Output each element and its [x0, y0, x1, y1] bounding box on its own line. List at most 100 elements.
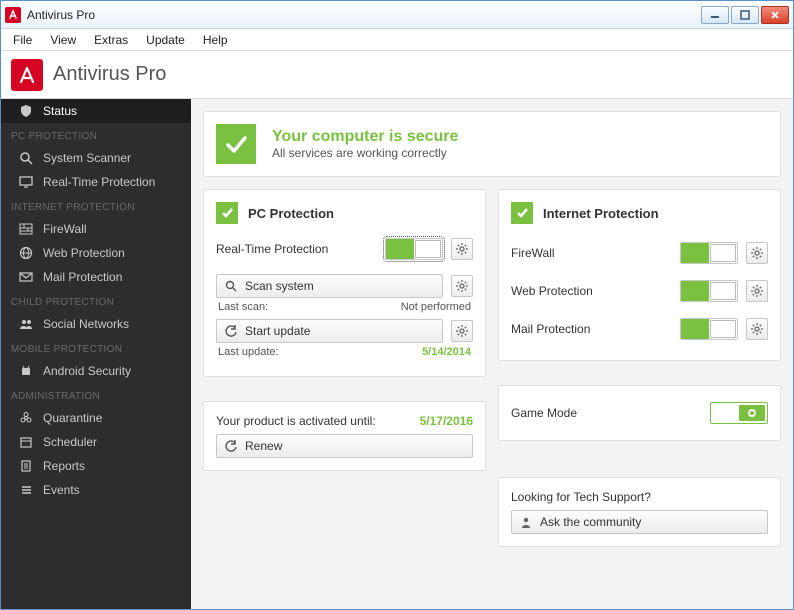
sidebar-item-label: Real-Time Protection — [43, 175, 155, 189]
sidebar-item-quarantine[interactable]: Quarantine — [1, 406, 191, 430]
sidebar-item-label: Android Security — [43, 364, 131, 378]
sidebar-item-label: Scheduler — [43, 435, 97, 449]
sidebar-item-real-time-protection[interactable]: Real-Time Protection — [1, 170, 191, 194]
firewall-label: FireWall — [511, 246, 672, 260]
gamemode-row: Game Mode — [511, 398, 768, 428]
menu-help[interactable]: Help — [195, 31, 236, 49]
update-settings[interactable] — [451, 320, 473, 342]
status-title: Your computer is secure — [272, 128, 458, 146]
last-update-label: Last update: — [218, 346, 279, 358]
sidebar-item-mail-protection[interactable]: Mail Protection — [1, 265, 191, 289]
refresh-icon — [225, 325, 237, 337]
internet-section-title: Internet Protection — [543, 206, 659, 221]
list-icon — [19, 483, 33, 497]
mail-protection-toggle[interactable] — [680, 318, 738, 340]
realtime-toggle[interactable] — [385, 238, 443, 260]
scan-system-button[interactable]: Scan system — [216, 274, 443, 298]
realtime-label: Real-Time Protection — [216, 242, 377, 256]
web-protection-row: Web Protection — [511, 272, 768, 310]
sidebar-item-label: Web Protection — [43, 246, 125, 260]
web-protection-toggle[interactable] — [680, 280, 738, 302]
sidebar-item-firewall[interactable]: FireWall — [1, 217, 191, 241]
scan-button-label: Scan system — [245, 279, 314, 293]
pc-protection-card: PC Protection Real-Time Protection Scan — [203, 189, 486, 377]
gamemode-card: Game Mode — [498, 385, 781, 441]
sidebar: Status PC PROTECTIONSystem ScannerReal-T… — [1, 99, 191, 609]
sidebar-item-system-scanner[interactable]: System Scanner — [1, 146, 191, 170]
gamemode-toggle[interactable] — [710, 402, 768, 424]
renew-button-label: Renew — [245, 439, 282, 453]
web-protection-settings[interactable] — [746, 280, 768, 302]
firewall-settings[interactable] — [746, 242, 768, 264]
update-bar: Start update — [216, 319, 473, 343]
refresh-icon — [225, 440, 237, 452]
ask-community-button[interactable]: Ask the community — [511, 510, 768, 534]
support-question: Looking for Tech Support? — [511, 490, 768, 504]
sidebar-item-web-protection[interactable]: Web Protection — [1, 241, 191, 265]
check-icon — [511, 202, 533, 224]
sidebar-group-header: MOBILE PROTECTION — [1, 336, 191, 359]
search-icon — [225, 280, 237, 292]
search-icon — [19, 151, 33, 165]
sidebar-item-status[interactable]: Status — [1, 99, 191, 123]
scan-settings[interactable] — [451, 275, 473, 297]
status-card: Your computer is secure All services are… — [203, 111, 781, 177]
minimize-button[interactable] — [701, 6, 729, 24]
sidebar-item-social-networks[interactable]: Social Networks — [1, 312, 191, 336]
realtime-settings[interactable] — [451, 238, 473, 260]
firewall-row: FireWall — [511, 234, 768, 272]
start-update-button[interactable]: Start update — [216, 319, 443, 343]
sidebar-item-events[interactable]: Events — [1, 478, 191, 502]
col-pc: PC Protection Real-Time Protection Scan — [203, 189, 486, 559]
menu-extras[interactable]: Extras — [86, 31, 136, 49]
titlebar: Antivirus Pro — [1, 1, 793, 29]
last-update-value: 5/14/2014 — [422, 346, 471, 358]
activation-card: Your product is activated until: 5/17/20… — [203, 401, 486, 471]
window-title: Antivirus Pro — [27, 8, 701, 22]
calendar-icon — [19, 435, 33, 449]
sidebar-item-label: Status — [43, 104, 77, 118]
activation-label: Your product is activated until: — [216, 414, 376, 428]
mail-protection-settings[interactable] — [746, 318, 768, 340]
web-protection-label: Web Protection — [511, 284, 672, 298]
app-window: Antivirus Pro File View Extras Update He… — [0, 0, 794, 610]
maximize-button[interactable] — [731, 6, 759, 24]
menubar: File View Extras Update Help — [1, 29, 793, 51]
internet-protection-card: Internet Protection FireWall Web Protecti… — [498, 189, 781, 361]
report-icon — [19, 459, 33, 473]
sidebar-item-label: Social Networks — [43, 317, 129, 331]
firewall-icon — [19, 222, 33, 236]
person-icon — [520, 516, 532, 528]
pc-section-head: PC Protection — [216, 202, 473, 224]
window-controls — [701, 6, 789, 24]
status-subtitle: All services are working correctly — [272, 146, 458, 160]
status-check-icon — [216, 124, 256, 164]
close-button[interactable] — [761, 6, 789, 24]
support-card: Looking for Tech Support? Ask the commun… — [498, 477, 781, 547]
last-scan-row: Last scan: Not performed — [216, 298, 473, 319]
sidebar-item-android-security[interactable]: Android Security — [1, 359, 191, 383]
globe-icon — [19, 246, 33, 260]
renew-button[interactable]: Renew — [216, 434, 473, 458]
firewall-toggle[interactable] — [680, 242, 738, 264]
menu-view[interactable]: View — [42, 31, 84, 49]
content: Your computer is secure All services are… — [191, 99, 793, 609]
biohazard-icon — [19, 411, 33, 425]
main-row: Status PC PROTECTIONSystem ScannerReal-T… — [1, 99, 793, 609]
sidebar-item-reports[interactable]: Reports — [1, 454, 191, 478]
realtime-row: Real-Time Protection — [216, 234, 473, 264]
menu-update[interactable]: Update — [138, 31, 193, 49]
sidebar-group-header: ADMINISTRATION — [1, 383, 191, 406]
sidebar-item-scheduler[interactable]: Scheduler — [1, 430, 191, 454]
last-scan-value: Not performed — [401, 301, 471, 313]
app-logo — [11, 59, 43, 91]
check-icon — [216, 202, 238, 224]
columns: PC Protection Real-Time Protection Scan — [203, 189, 781, 559]
mail-icon — [19, 270, 33, 284]
android-icon — [19, 364, 33, 378]
activation-date: 5/17/2016 — [420, 414, 473, 428]
scan-bar: Scan system — [216, 274, 473, 298]
sidebar-item-label: System Scanner — [43, 151, 131, 165]
activation-row: Your product is activated until: 5/17/20… — [216, 414, 473, 434]
menu-file[interactable]: File — [5, 31, 40, 49]
